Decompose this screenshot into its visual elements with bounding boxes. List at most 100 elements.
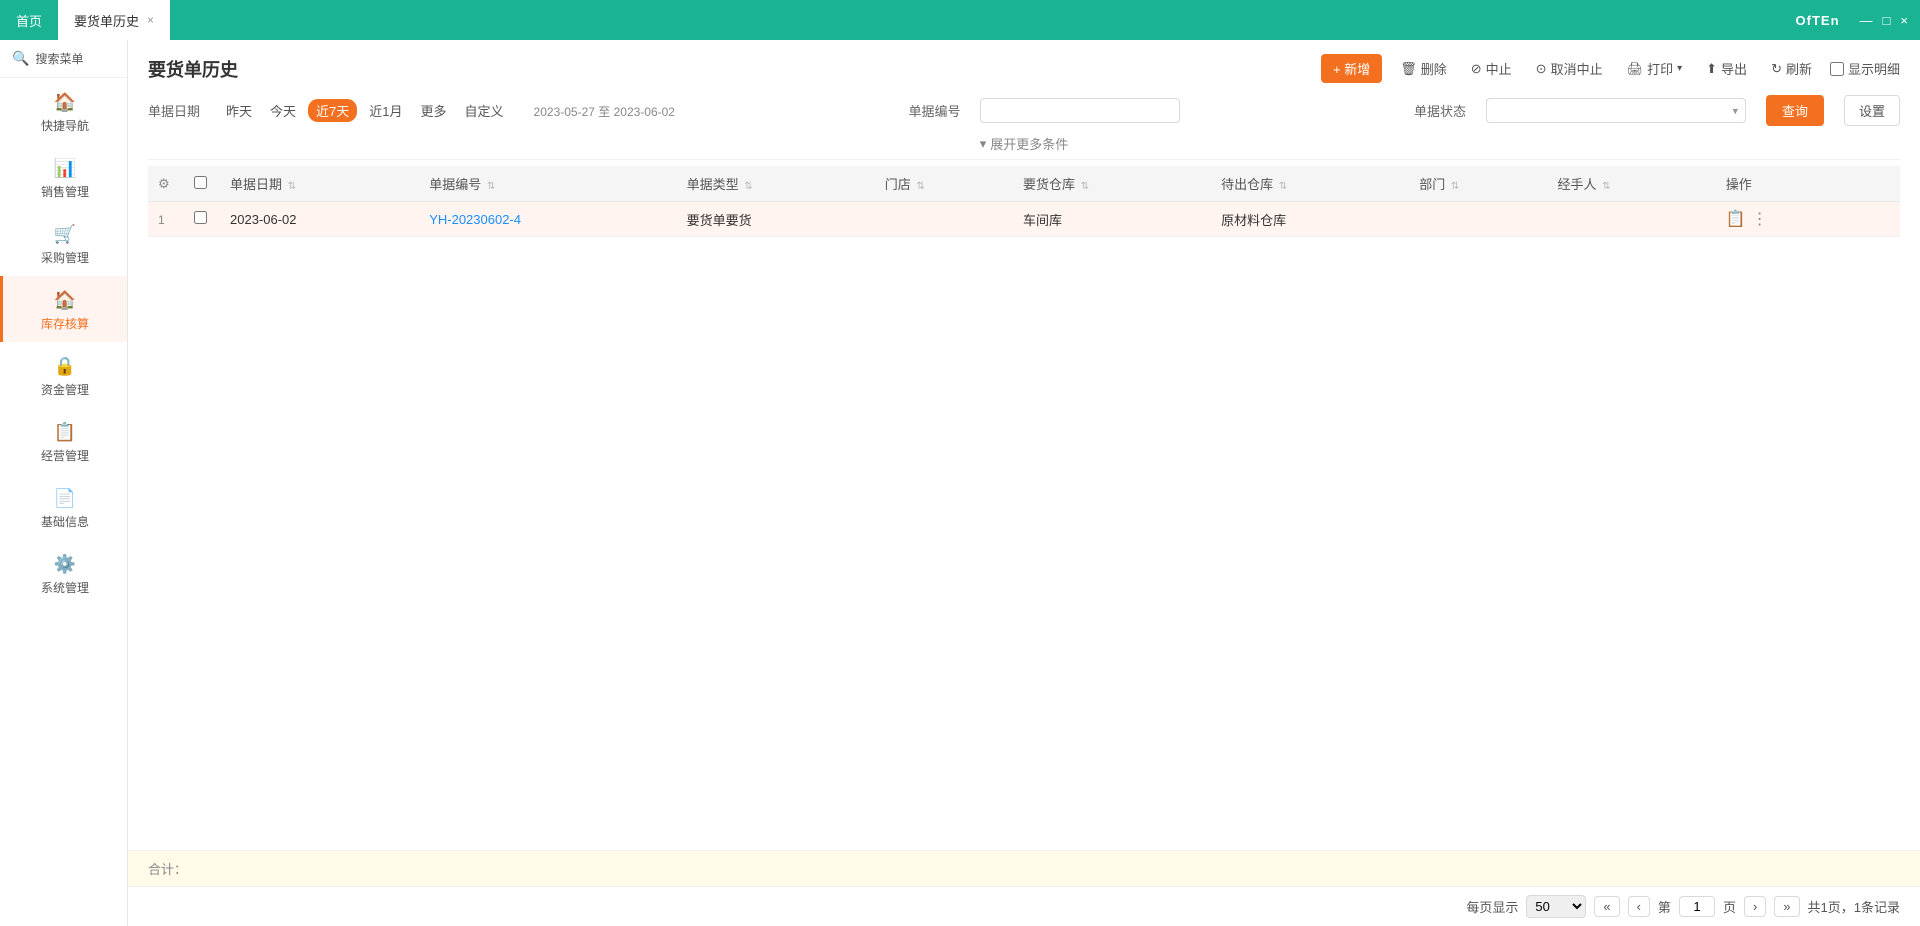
status-input[interactable] <box>1486 98 1746 123</box>
refresh-icon: ↻ <box>1771 61 1782 77</box>
window-close-btn[interactable]: × <box>1900 13 1908 28</box>
sidebar-item-quick-nav[interactable]: 🏠 快捷导航 <box>0 78 127 144</box>
delete-icon: 🗑 <box>1400 61 1417 77</box>
page-number-input[interactable] <box>1679 896 1715 917</box>
main-layout: 🔍 搜索菜单 🏠 快捷导航 📊 销售管理 🛒 采购管理 🏠 库存核算 🔒 资金管… <box>0 40 1920 926</box>
row-actions: 📋 ⋮ <box>1716 202 1900 237</box>
date-option-last7days[interactable]: 近7天 <box>308 99 357 122</box>
date-option-more[interactable]: 更多 <box>415 99 453 122</box>
tab-purchase-history[interactable]: 要货单历史 × <box>58 0 170 40</box>
col-doc-type-label: 单据类型 <box>687 177 739 192</box>
table-row: 1 2023-06-02 YH-20230602-4 要货单要货 车间库 原材料… <box>148 202 1900 237</box>
row-date: 2023-06-02 <box>220 202 419 237</box>
col-settings[interactable]: ⚙ <box>148 166 184 202</box>
date-filter-label: 单据日期 <box>148 101 200 120</box>
col-doc-no-label: 单据编号 <box>429 177 481 192</box>
page-title: 要货单历史 <box>148 56 238 82</box>
finance-icon: 🔒 <box>54 356 76 377</box>
last-page-btn[interactable]: » <box>1774 896 1799 917</box>
pagination: 每页显示 50 100 200 « ‹ 第 页 › » 共1页，1条记录 <box>128 886 1920 926</box>
page-total: 共1页，1条记录 <box>1808 897 1900 916</box>
filter-row-1: 单据日期 昨天 今天 近7天 近1月 更多 自定义 2023-05-27 至 2… <box>148 95 1900 126</box>
print-button[interactable]: 🖨 打印 ▾ <box>1621 55 1689 82</box>
col-pending-warehouse-label: 待出仓库 <box>1221 177 1273 192</box>
window-minimize-btn[interactable]: — <box>1860 13 1873 28</box>
sidebar-item-purchase[interactable]: 🛒 采购管理 <box>0 210 127 276</box>
col-handler: 经手人 ⇅ <box>1548 166 1716 202</box>
table-header: ⚙ 单据日期 ⇅ 单据编号 ⇅ <box>148 166 1900 202</box>
date-option-custom[interactable]: 自定义 <box>459 99 510 122</box>
window-maximize-btn[interactable]: □ <box>1883 13 1891 28</box>
display-detail-toggle[interactable]: 显示明细 <box>1830 59 1900 78</box>
expand-more-btn[interactable]: ▾ 展开更多条件 <box>148 134 1900 153</box>
add-button[interactable]: + 新增 <box>1321 54 1382 83</box>
refresh-button[interactable]: ↻ 刷新 <box>1765 55 1818 82</box>
sort-pending-warehouse-icon[interactable]: ⇅ <box>1279 181 1287 192</box>
export-button[interactable]: ⬆ 导出 <box>1700 55 1753 82</box>
sales-icon: 📊 <box>54 158 76 179</box>
sort-handler-icon[interactable]: ⇅ <box>1602 181 1610 192</box>
col-store: 门店 ⇅ <box>875 166 1013 202</box>
date-options: 昨天 今天 近7天 近1月 更多 自定义 <box>220 99 510 122</box>
doc-no-link[interactable]: YH-20230602-4 <box>429 212 521 227</box>
content-area: 要货单历史 + 新增 🗑 删除 ⊘ 中止 ⊙ 取消中止 🖨 打印 <box>128 40 1920 926</box>
cancel-stop-button[interactable]: ⊙ 取消中止 <box>1530 55 1609 82</box>
sidebar-item-operations[interactable]: 📋 经营管理 <box>0 408 127 474</box>
page-label: 页 <box>1723 897 1736 916</box>
row-department <box>1409 202 1547 237</box>
sidebar-item-label: 快捷导航 <box>41 117 89 134</box>
sidebar-item-sales[interactable]: 📊 销售管理 <box>0 144 127 210</box>
select-all-checkbox[interactable] <box>194 176 207 189</box>
sidebar-item-finance[interactable]: 🔒 资金管理 <box>0 342 127 408</box>
search-menu-label: 搜索菜单 <box>35 50 83 67</box>
stop-icon: ⊘ <box>1471 61 1482 77</box>
date-option-today[interactable]: 今天 <box>264 99 302 122</box>
date-option-yesterday[interactable]: 昨天 <box>220 99 258 122</box>
basic-info-icon: 📄 <box>54 488 76 509</box>
sort-store-icon[interactable]: ⇅ <box>916 181 924 192</box>
sort-date-icon[interactable]: ⇅ <box>288 181 296 192</box>
row-checkbox[interactable] <box>194 211 207 224</box>
tab-close-icon[interactable]: × <box>147 13 154 27</box>
row-handler <box>1548 202 1716 237</box>
delete-label: 删除 <box>1421 59 1447 78</box>
settings-gear-icon[interactable]: ⚙ <box>158 176 170 191</box>
display-detail-label: 显示明细 <box>1848 59 1900 78</box>
settings-button[interactable]: 设置 <box>1844 95 1900 126</box>
date-option-last1month[interactable]: 近1月 <box>363 99 408 122</box>
sidebar-item-label: 资金管理 <box>41 381 89 398</box>
sidebar-item-basic-info[interactable]: 📄 基础信息 <box>0 474 127 540</box>
stop-button[interactable]: ⊘ 中止 <box>1465 55 1518 82</box>
doc-number-input[interactable] <box>980 98 1180 123</box>
tab-home[interactable]: 首页 <box>0 0 58 40</box>
cancel-stop-icon: ⊙ <box>1536 61 1547 77</box>
sort-doc-no-icon[interactable]: ⇅ <box>487 181 495 192</box>
per-page-label: 每页显示 <box>1466 897 1518 916</box>
search-button[interactable]: 查询 <box>1766 95 1824 126</box>
cancel-stop-label: 取消中止 <box>1551 59 1603 78</box>
sidebar-item-label: 库存核算 <box>41 315 89 332</box>
page-header: 要货单历史 + 新增 🗑 删除 ⊘ 中止 ⊙ 取消中止 🖨 打印 <box>128 40 1920 83</box>
top-bar-right: OfTEn — □ × <box>1786 13 1920 28</box>
col-doc-type: 单据类型 ⇅ <box>677 166 875 202</box>
date-range-text: 2023-05-27 至 2023-06-02 <box>534 103 675 120</box>
row-more-icon[interactable]: ⋮ <box>1752 209 1768 229</box>
jump-label: 第 <box>1658 897 1671 916</box>
row-edit-icon[interactable]: 📋 <box>1726 209 1746 229</box>
sort-doc-type-icon[interactable]: ⇅ <box>744 181 752 192</box>
row-checkbox-cell <box>184 202 220 237</box>
sort-req-warehouse-icon[interactable]: ⇅ <box>1081 181 1089 192</box>
first-page-btn[interactable]: « <box>1594 896 1619 917</box>
search-menu-item[interactable]: 🔍 搜索菜单 <box>0 40 127 78</box>
next-page-btn[interactable]: › <box>1744 896 1766 917</box>
sidebar-item-system[interactable]: ⚙️ 系统管理 <box>0 540 127 606</box>
sidebar-item-inventory[interactable]: 🏠 库存核算 <box>0 276 127 342</box>
purchase-icon: 🛒 <box>54 224 76 245</box>
prev-page-btn[interactable]: ‹ <box>1628 896 1650 917</box>
sidebar: 🔍 搜索菜单 🏠 快捷导航 📊 销售管理 🛒 采购管理 🏠 库存核算 🔒 资金管… <box>0 40 128 926</box>
delete-button[interactable]: 🗑 删除 <box>1394 55 1453 82</box>
row-num: 1 <box>148 202 184 237</box>
sort-department-icon[interactable]: ⇅ <box>1451 181 1459 192</box>
per-page-select[interactable]: 50 100 200 <box>1526 895 1586 918</box>
display-detail-checkbox[interactable] <box>1830 62 1844 76</box>
